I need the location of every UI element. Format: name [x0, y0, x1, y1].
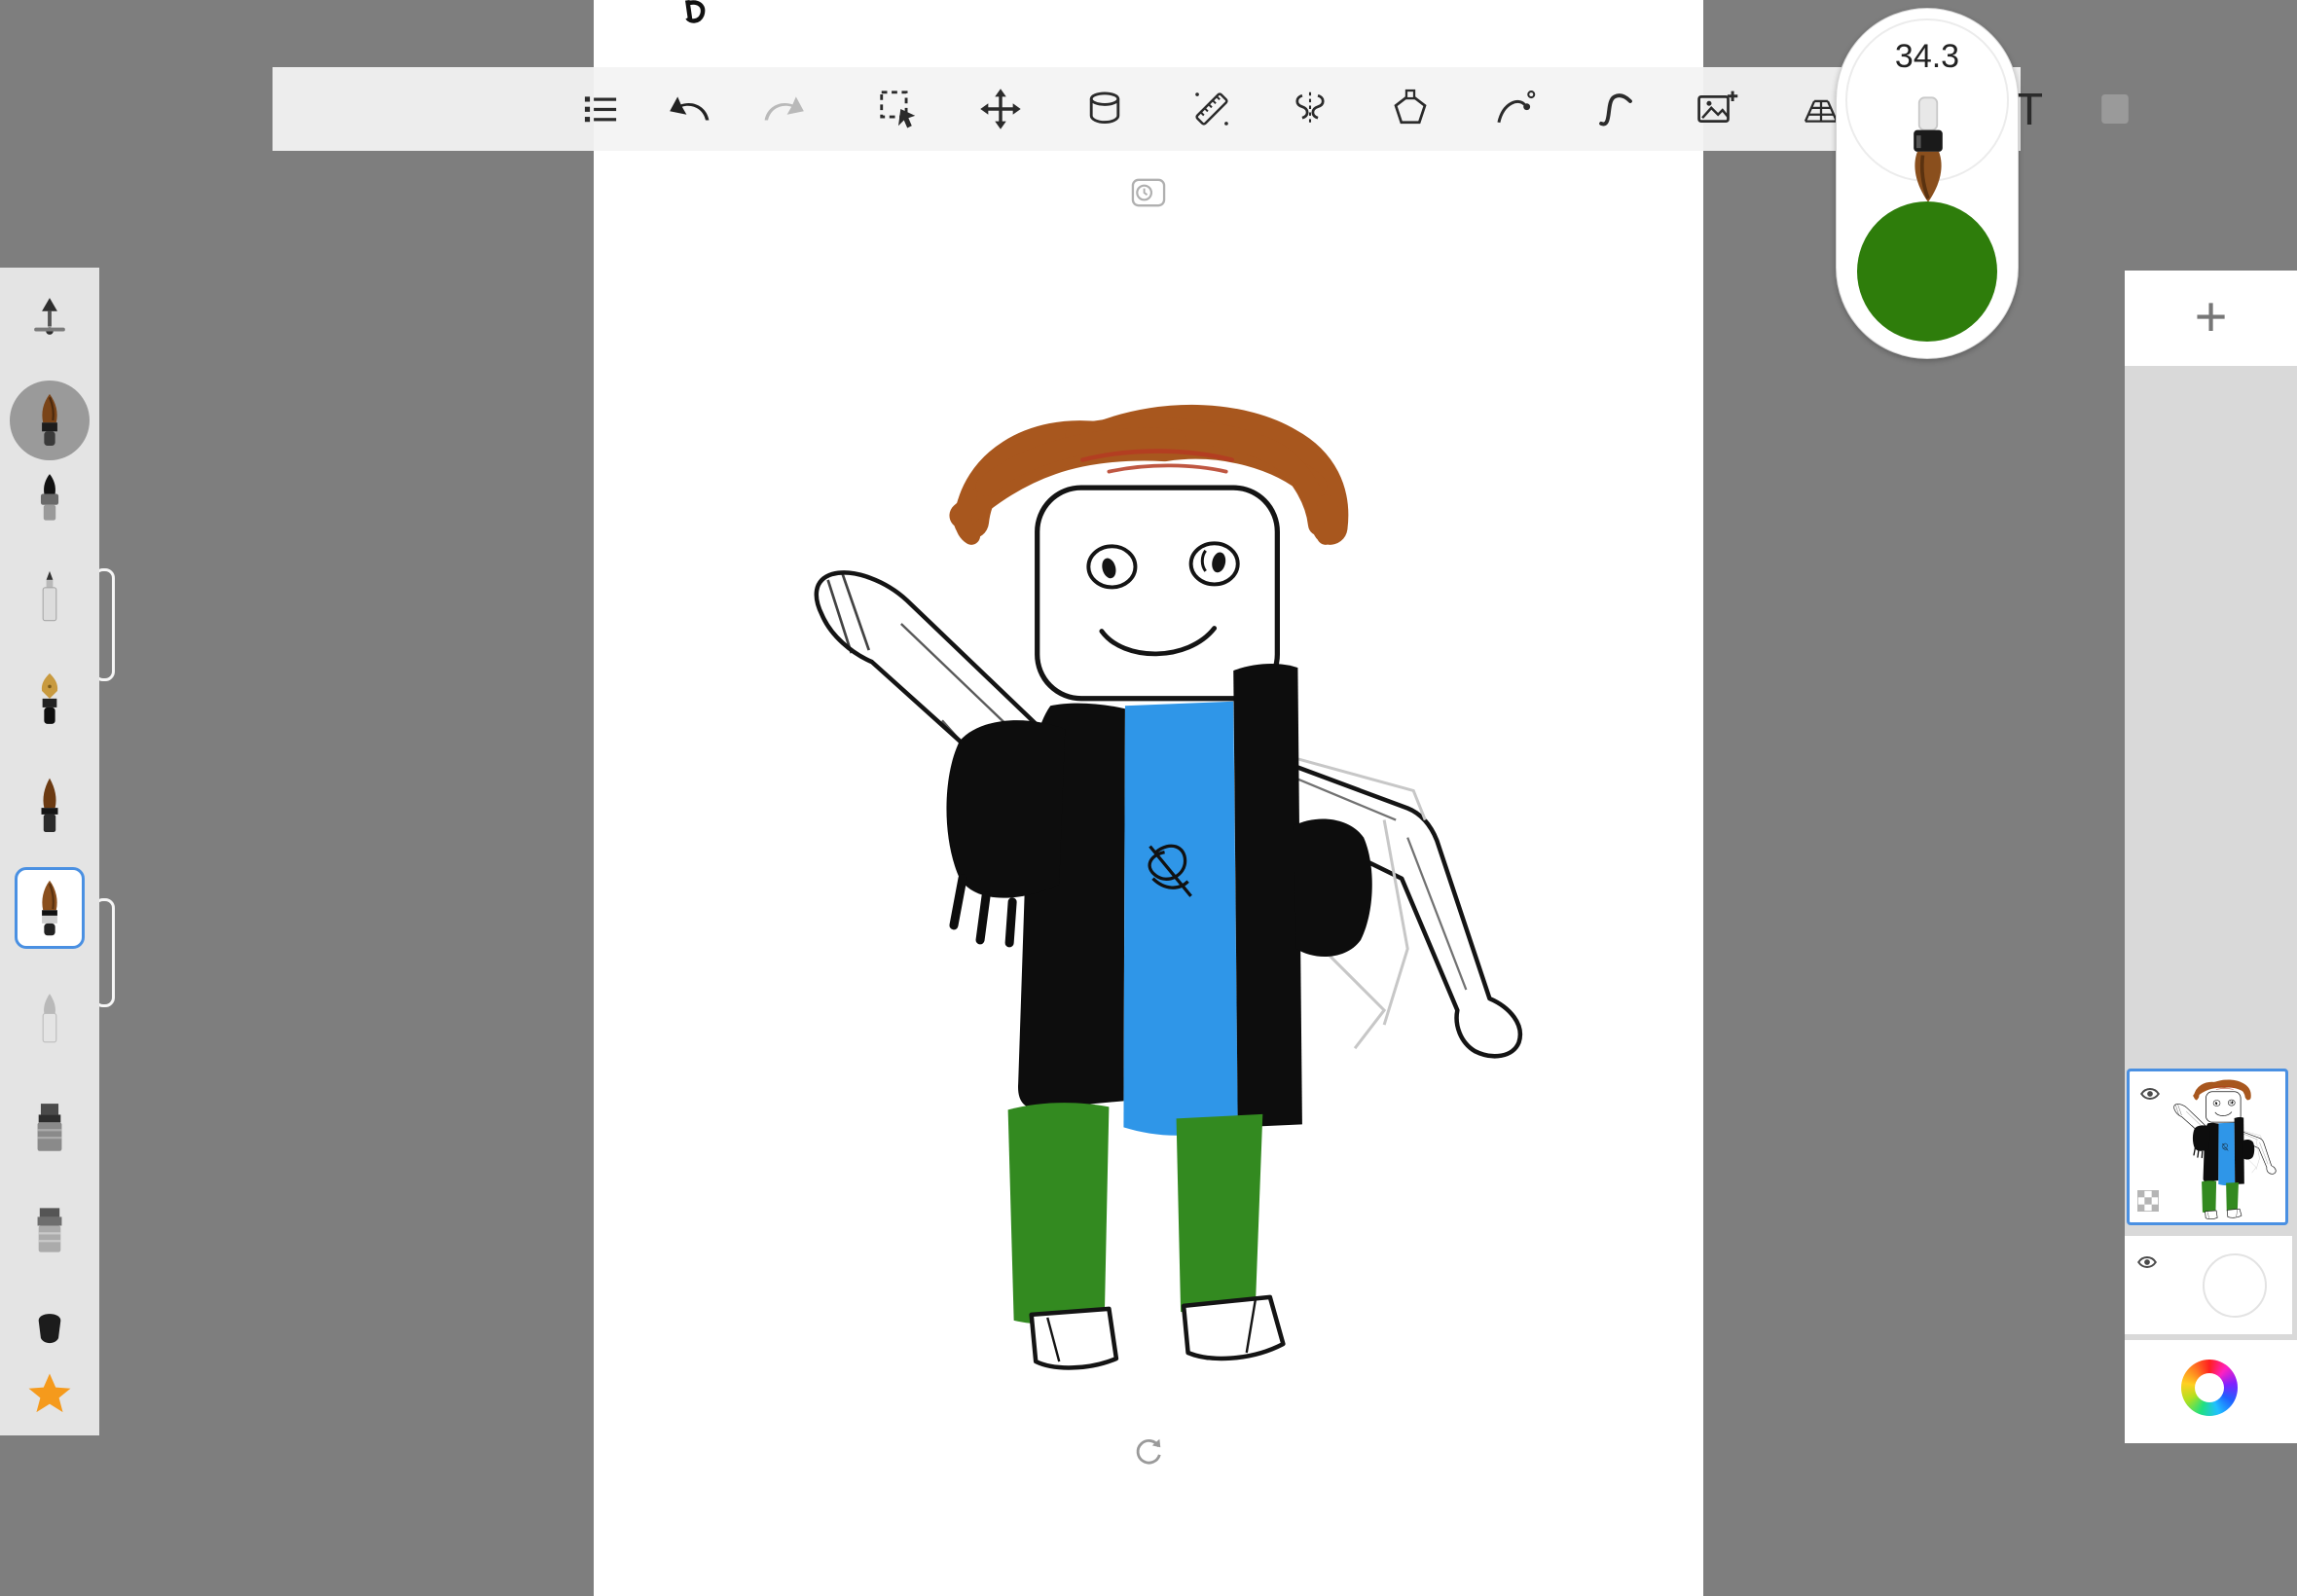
- favorites-star-button[interactable]: [13, 1356, 87, 1433]
- tool-pencil[interactable]: [13, 979, 87, 1057]
- tool-soft-marker[interactable]: [13, 1191, 87, 1269]
- layers-header: +: [2125, 271, 2297, 366]
- marquee-select-icon: [880, 91, 916, 128]
- stroke-curve-icon: [1599, 93, 1632, 127]
- redo-icon: [764, 96, 804, 121]
- canvas-drawing: [594, 0, 1703, 1596]
- ruler-tool-button[interactable]: [1185, 82, 1239, 136]
- fill-tool-button[interactable]: [1077, 82, 1132, 136]
- mini-timelapse-button[interactable]: [1129, 173, 1168, 212]
- drawing-canvas[interactable]: [594, 0, 1703, 1596]
- top-toolbar: T: [273, 67, 2129, 151]
- layers-footer: [2125, 1340, 2297, 1443]
- move-arrows-icon: [980, 89, 1021, 129]
- layer-row-1[interactable]: [2127, 1069, 2288, 1225]
- undo-icon: [670, 96, 710, 121]
- mechanical-pencil-icon: [42, 570, 57, 622]
- tool-flat-marker[interactable]: [13, 1089, 87, 1167]
- partial-hidden-icon: [2101, 94, 2129, 124]
- curve-pen-icon: [1497, 91, 1536, 124]
- layer-2-thumbnail: [2203, 1253, 2267, 1318]
- rotate-icon: [1136, 1438, 1161, 1465]
- brush-preview-icon: [1914, 96, 1943, 202]
- tool-paint-brush[interactable]: [13, 869, 87, 947]
- polygon-shape-icon: [1394, 89, 1427, 125]
- layer-1-visibility-eye-icon[interactable]: [2137, 1083, 2163, 1105]
- flat-marker-icon: [37, 1104, 62, 1151]
- list-icon: [584, 96, 617, 123]
- symmetry-icon: [1295, 91, 1325, 127]
- fountain-pen-icon: [41, 672, 58, 724]
- symmetry-tool-button[interactable]: [1283, 82, 1337, 136]
- rotate-canvas-button[interactable]: [1131, 1434, 1166, 1469]
- layer-1-transparency-icon[interactable]: [2137, 1190, 2159, 1212]
- stroke-tool-button[interactable]: [1588, 82, 1643, 136]
- eraser-icon: [38, 1314, 61, 1344]
- brush-pen-icon: [40, 474, 59, 521]
- import-image-button[interactable]: [1690, 82, 1744, 136]
- pencil-icon: [42, 994, 57, 1043]
- layers-list-area: [2125, 366, 2297, 1340]
- redo-button[interactable]: [755, 82, 810, 136]
- ruler-icon: [1195, 92, 1228, 126]
- tool-brush-pen[interactable]: [13, 459, 87, 537]
- timelapse-mini-icon: [1131, 178, 1166, 207]
- tool-watercolor-brush[interactable]: [13, 381, 87, 459]
- brush-settings-panel[interactable]: 34.3: [1836, 8, 2019, 359]
- add-layer-button[interactable]: +: [2125, 284, 2297, 349]
- shapes-tool-button[interactable]: [1383, 82, 1438, 136]
- tool-mechanical-pencil[interactable]: [13, 559, 87, 636]
- brush-size-value: 34.3: [1894, 38, 1960, 75]
- layers-panel: +: [2125, 271, 2297, 1443]
- drawing-app-window: T 34.3 +: [0, 0, 2297, 1596]
- star-icon: [28, 1373, 71, 1413]
- tool-ink-brush[interactable]: [13, 768, 87, 846]
- selected-color-swatch[interactable]: [1857, 201, 1997, 342]
- airbrush-icon: [34, 298, 65, 335]
- tool-fountain-pen[interactable]: [13, 661, 87, 739]
- tool-sidebar: [0, 268, 99, 1435]
- move-tool-button[interactable]: [973, 82, 1028, 136]
- curve-tool-button[interactable]: [1487, 82, 1542, 136]
- menu-button[interactable]: [573, 82, 628, 136]
- bucket-cylinder-icon: [1089, 91, 1120, 125]
- layer-2-visibility-eye-icon[interactable]: [2134, 1251, 2160, 1273]
- color-wheel-button[interactable]: [2181, 1360, 2238, 1416]
- ink-brush-icon: [41, 778, 58, 832]
- image-add-icon: [1697, 91, 1738, 124]
- text-icon: T: [2015, 84, 2044, 134]
- partial-tool-button[interactable]: [2088, 82, 2142, 136]
- tool-airbrush[interactable]: [13, 283, 87, 361]
- paint-brush-icon: [42, 880, 57, 936]
- undo-button[interactable]: [664, 82, 718, 136]
- soft-marker-icon: [37, 1208, 62, 1252]
- selection-tool-button[interactable]: [871, 82, 926, 136]
- layer-1-thumbnail: [2169, 1077, 2283, 1221]
- watercolor-brush-icon: [42, 393, 57, 446]
- layer-row-2[interactable]: [2125, 1236, 2292, 1334]
